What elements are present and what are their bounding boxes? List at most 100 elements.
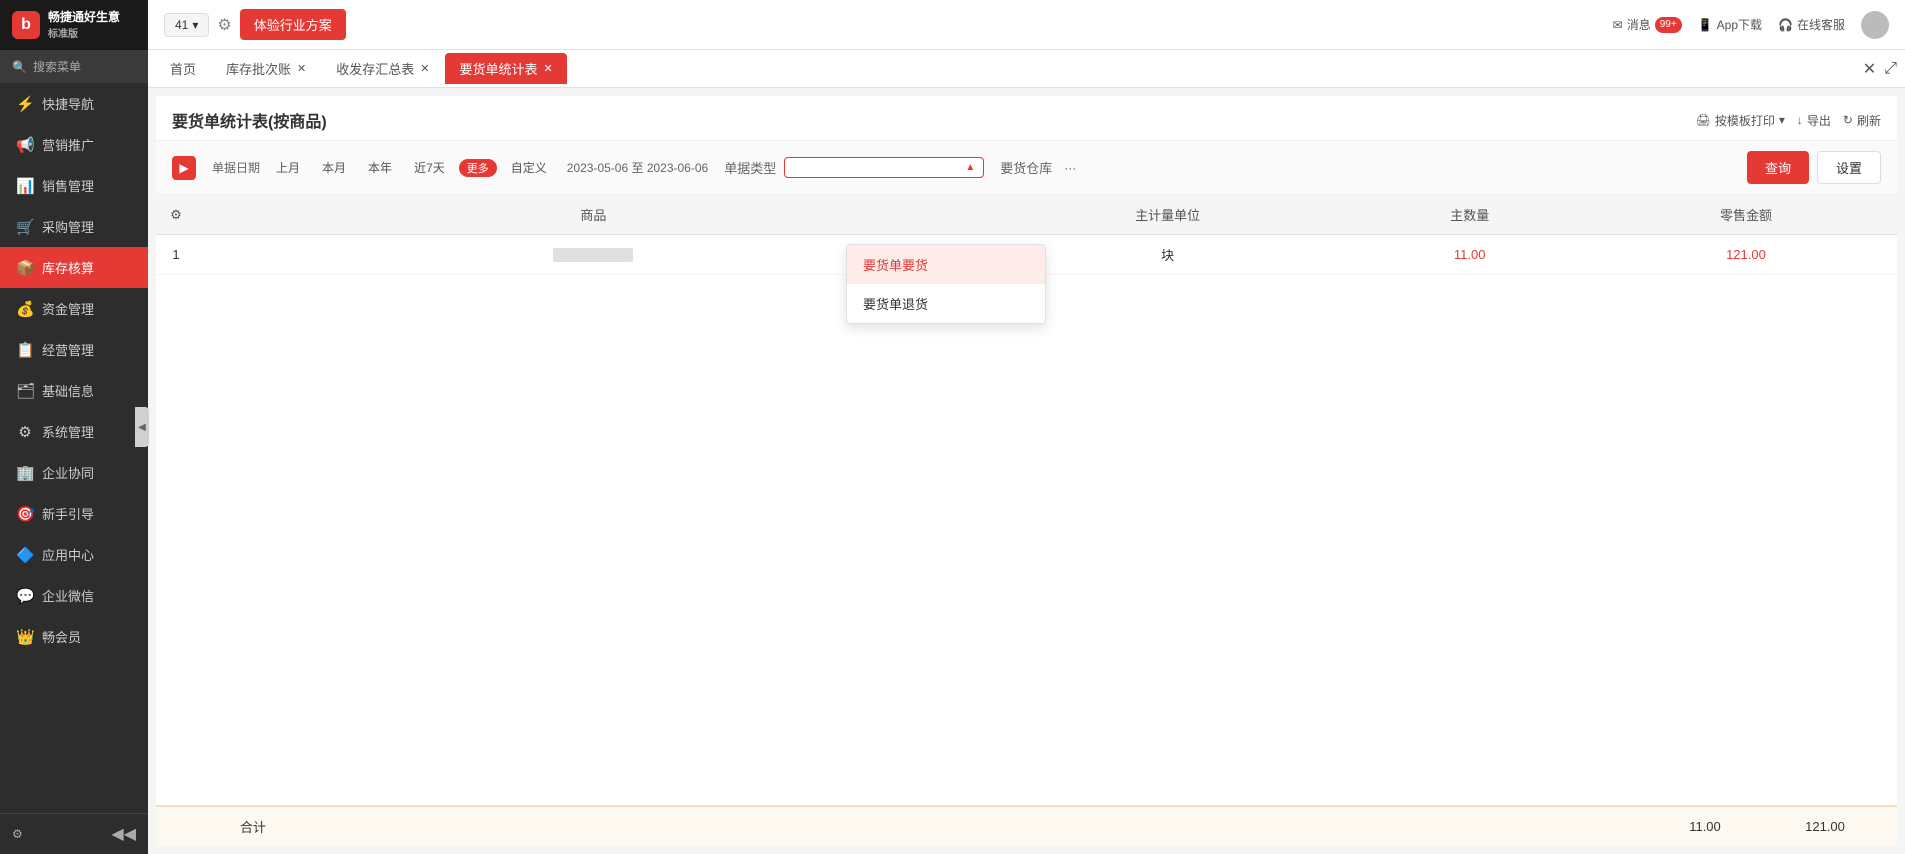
product-name-placeholder — [553, 248, 633, 262]
shortcut-last-month[interactable]: 上月 — [268, 157, 308, 178]
nav-icon-purchase: 🛒 — [16, 218, 34, 236]
tab-batch-close[interactable]: ✕ — [297, 62, 306, 75]
shortcut-more[interactable]: 更多 — [459, 159, 497, 177]
chevron-down-icon: ▾ — [192, 18, 198, 32]
tab-batch[interactable]: 库存批次账 ✕ — [212, 53, 320, 84]
tab-batch-label: 库存批次账 — [226, 59, 291, 78]
dropdown-item-order-req[interactable]: 要货单要货 — [847, 245, 1045, 284]
app-name: 畅捷通好生意 — [48, 10, 120, 26]
refresh-icon: ↻ — [1843, 113, 1853, 127]
tab-close-all[interactable]: ✕ — [1863, 59, 1876, 79]
print-btn[interactable]: 🖨 按模板打印 ▾ — [1696, 112, 1785, 129]
nav-icon-system: ⚙ — [16, 423, 34, 441]
nav-icon-finance: 💰 — [16, 300, 34, 318]
main-content: 41 ▾ ⚙ 体验行业方案 ✉ 消息 99+ 📱 App下载 🎧 在线客服 — [148, 0, 1905, 854]
sidebar-item-members[interactable]: 👑 畅会员 — [0, 616, 148, 657]
export-btn[interactable]: ↓ 导出 — [1797, 112, 1831, 129]
tabs-bar: 首页 库存批次账 ✕ 收发存汇总表 ✕ 要货单统计表 ✕ ✕ ⤢ — [148, 50, 1905, 88]
footer-label: 合计 — [228, 817, 1525, 836]
tab-home[interactable]: 首页 — [156, 53, 210, 84]
collapse-btn[interactable]: ◀◀ — [111, 824, 136, 844]
sidebar-item-label: 企业微信 — [42, 586, 94, 605]
quantity-link[interactable]: 11.00 — [1454, 247, 1486, 262]
query-btn[interactable]: 查询 — [1747, 151, 1809, 184]
sidebar-item-basics[interactable]: 🗂 基础信息 — [0, 370, 148, 411]
print-label: 按模板打印 — [1715, 112, 1775, 129]
sidebar-item-quick-nav[interactable]: ⚡ 快捷导航 — [0, 83, 148, 124]
sidebar-item-sales[interactable]: 📊 销售管理 — [0, 165, 148, 206]
dropdown-item-label: 要货单退货 — [863, 297, 928, 312]
nav-icon-inventory: 📦 — [16, 259, 34, 277]
refresh-btn[interactable]: ↻ 刷新 — [1843, 112, 1881, 129]
filter-expand-btn[interactable]: ▶ — [172, 156, 196, 180]
topbar-right: ✉ 消息 99+ 📱 App下载 🎧 在线客服 — [1613, 11, 1889, 39]
sidebar-item-inventory[interactable]: 📦 库存核算 — [0, 247, 148, 288]
settings-btn[interactable]: 设置 — [1817, 151, 1881, 184]
sidebar-nav: ⚡ 快捷导航 📢 营销推广 📊 销售管理 🛒 采购管理 📦 库存核算 💰 资金管… — [0, 83, 148, 813]
tab-order-stat[interactable]: 要货单统计表 ✕ — [445, 53, 566, 84]
nav-icon-guide: 🎯 — [16, 505, 34, 523]
search-menu[interactable]: 🔍 搜索菜单 — [0, 50, 148, 83]
message-icon: ✉ — [1613, 18, 1623, 32]
sidebar-item-marketing[interactable]: 📢 营销推广 — [0, 124, 148, 165]
col-settings[interactable]: ⚙ — [156, 195, 196, 235]
cell-index: 1 — [156, 235, 196, 275]
topbar-left: 41 ▾ ⚙ 体验行业方案 — [164, 9, 1601, 40]
type-filter-label: 单据类型 — [724, 158, 776, 177]
tab-order-stat-close[interactable]: ✕ — [544, 62, 553, 75]
date-filter-label: 单据日期 — [212, 159, 260, 176]
sidebar-item-label: 系统管理 — [42, 422, 94, 441]
footer-amount: 121.00 — [1765, 819, 1885, 834]
amount-link[interactable]: 121.00 — [1726, 247, 1766, 262]
trial-btn[interactable]: 体验行业方案 — [240, 9, 346, 40]
sidebar-item-finance[interactable]: 💰 资金管理 — [0, 288, 148, 329]
sidebar-item-guide[interactable]: 🎯 新手引导 — [0, 493, 148, 534]
shortcut-this-year[interactable]: 本年 — [360, 157, 400, 178]
footer-row: 合计 11.00 121.00 — [168, 817, 1885, 836]
tab-order-stat-label: 要货单统计表 — [459, 59, 537, 78]
shortcut-custom[interactable]: 自定义 — [503, 157, 555, 178]
settings-gear-icon[interactable]: ⚙ — [217, 15, 231, 35]
nav-icon-basics: 🗂 — [16, 382, 34, 400]
dropdown-item-order-ret[interactable]: 要货单退货 — [847, 284, 1045, 323]
message-item[interactable]: ✉ 消息 99+ — [1613, 16, 1682, 33]
sidebar-toggle[interactable]: ◀ — [135, 407, 149, 447]
headset-icon: 🎧 — [1778, 18, 1793, 32]
sidebar-item-label: 快捷导航 — [42, 94, 94, 113]
chevron-up-icon: ▲ — [965, 162, 975, 173]
filter-date-group: 单据日期 上月 本月 本年 近7天 更多 自定义 2023-05-06 至 20… — [212, 157, 708, 178]
nav-icon-wechat: 💬 — [16, 587, 34, 605]
account-selector[interactable]: 41 ▾ — [164, 13, 209, 37]
app-download-item[interactable]: 📱 App下载 — [1698, 16, 1762, 33]
col-amount: 零售金额 — [1595, 195, 1897, 235]
settings-icon[interactable]: ⚙ — [12, 827, 23, 841]
message-label: 消息 — [1627, 16, 1651, 33]
col-quantity: 主数量 — [1345, 195, 1595, 235]
sidebar-item-appstore[interactable]: 🔷 应用中心 — [0, 534, 148, 575]
search-icon: 🔍 — [12, 60, 27, 74]
shortcut-last-7days[interactable]: 近7天 — [406, 157, 453, 178]
sidebar-item-label: 资金管理 — [42, 299, 94, 318]
shortcut-this-month[interactable]: 本月 — [314, 157, 354, 178]
cell-quantity: 11.00 — [1345, 235, 1595, 275]
type-select[interactable]: ▲ — [784, 157, 984, 178]
sidebar-item-system[interactable]: ⚙ 系统管理 — [0, 411, 148, 452]
page-content: 要货单统计表(按商品) 🖨 按模板打印 ▾ ↓ 导出 ↻ 刷新 ▶ — [156, 96, 1897, 846]
online-service-item[interactable]: 🎧 在线客服 — [1778, 16, 1845, 33]
date-shortcuts: 上月 本月 本年 近7天 更多 自定义 — [268, 157, 555, 178]
sidebar-item-purchase[interactable]: 🛒 采购管理 — [0, 206, 148, 247]
tab-home-label: 首页 — [170, 59, 196, 78]
warehouse-select[interactable]: ··· — [1060, 161, 1076, 175]
type-dropdown: 要货单要货 要货单退货 — [846, 244, 1046, 324]
nav-icon-appstore: 🔷 — [16, 546, 34, 564]
sidebar-item-operation[interactable]: 📋 经营管理 — [0, 329, 148, 370]
sidebar-item-enterprise[interactable]: 🏢 企业协同 — [0, 452, 148, 493]
tab-collect-label: 收发存汇总表 — [336, 59, 414, 78]
tab-expand[interactable]: ⤢ — [1884, 60, 1897, 78]
user-avatar[interactable] — [1861, 11, 1889, 39]
sidebar-item-wechat[interactable]: 💬 企业微信 — [0, 575, 148, 616]
tab-collect[interactable]: 收发存汇总表 ✕ — [322, 53, 443, 84]
cell-amount: 121.00 — [1595, 235, 1897, 275]
date-range-display[interactable]: 2023-05-06 至 2023-06-06 — [567, 159, 708, 176]
tab-collect-close[interactable]: ✕ — [420, 62, 429, 75]
